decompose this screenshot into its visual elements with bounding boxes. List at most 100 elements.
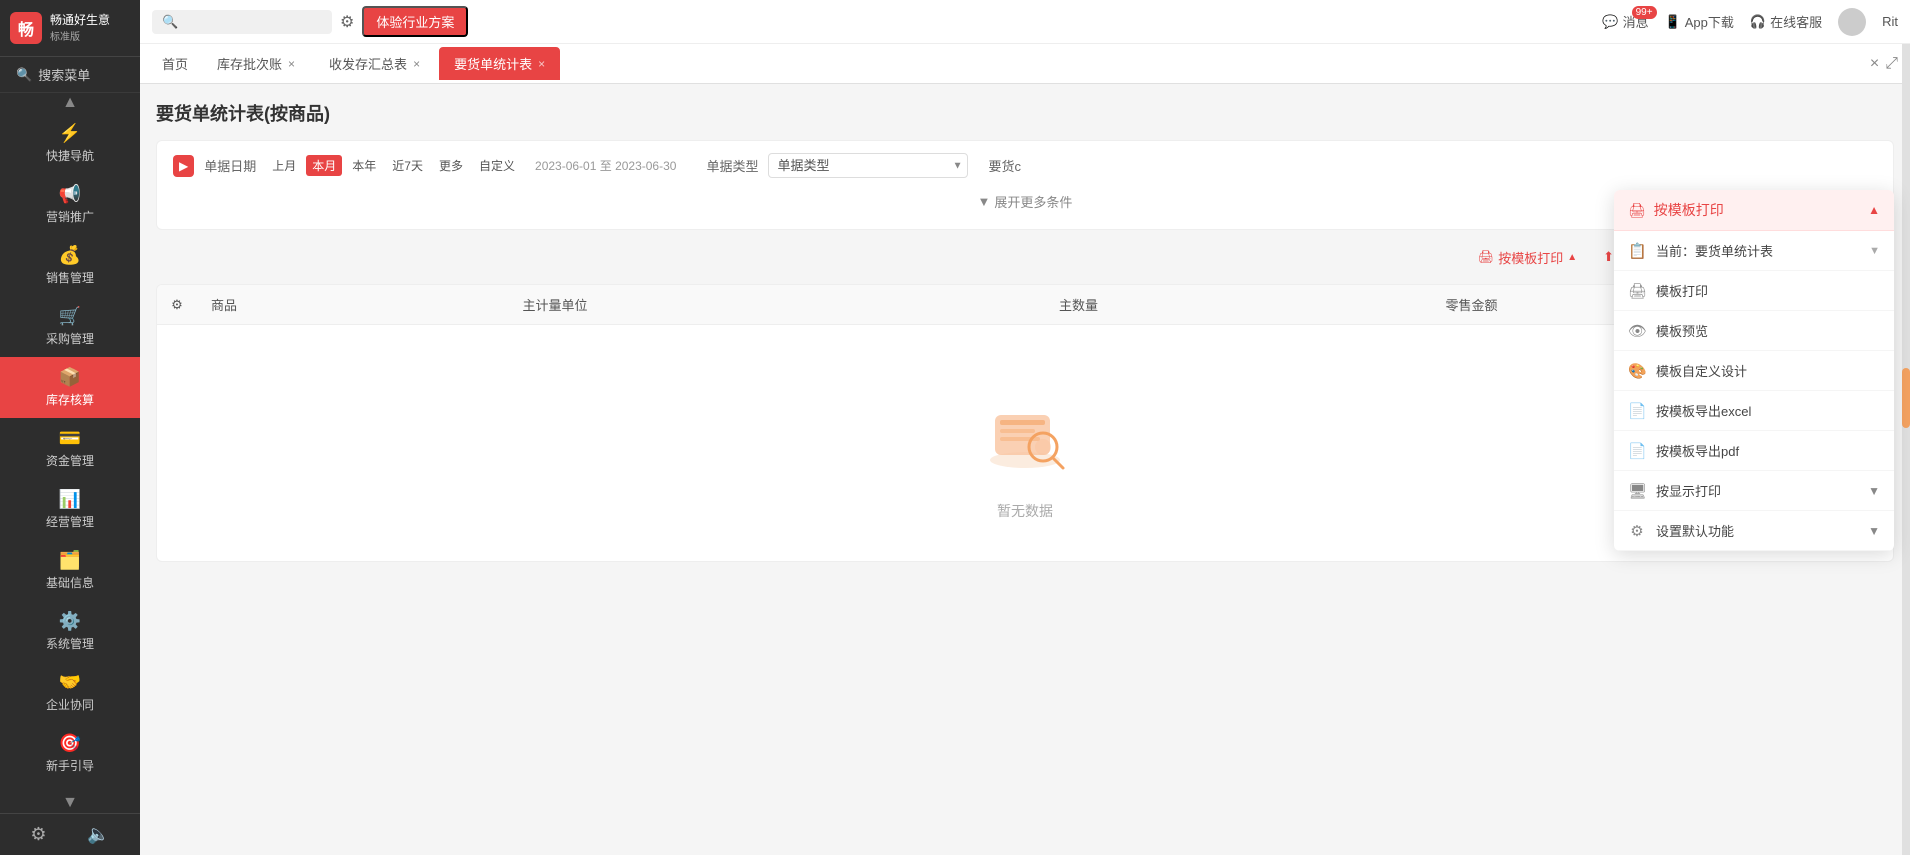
right-scrollbar[interactable] bbox=[1902, 44, 1910, 855]
tab-inventory-batch[interactable]: 库存批次账 × bbox=[202, 47, 310, 80]
app-download-button[interactable]: 📱 App下载 bbox=[1665, 12, 1734, 31]
type-select[interactable]: 单据类型 bbox=[768, 153, 968, 178]
display-print-left: 🖥 按显示打印 bbox=[1628, 481, 1721, 500]
settings-button[interactable]: ⚙ bbox=[30, 824, 46, 845]
dropdown-header-label: 按模板打印 bbox=[1654, 200, 1724, 220]
last7-btn[interactable]: 近7天 bbox=[386, 155, 429, 176]
sidebar-item-basic[interactable]: 🗂️ 基础信息 bbox=[0, 540, 140, 601]
template-print-item[interactable]: 🖨 模板打印 bbox=[1614, 271, 1894, 311]
sidebar-scroll-up[interactable]: ▲ bbox=[0, 93, 140, 113]
export-icon: ⬆ bbox=[1603, 249, 1614, 265]
sidebar-bottom: ⚙ 🔈 bbox=[0, 813, 140, 855]
basic-icon: 🗂️ bbox=[59, 550, 81, 571]
sidebar-item-label: 销售管理 bbox=[46, 269, 94, 286]
sidebar-nav: ⚡ 快捷导航 📢 营销推广 💰 销售管理 🛒 采购管理 📦 库存核算 💳 资金管… bbox=[0, 113, 140, 793]
marketing-icon: 📢 bbox=[59, 184, 81, 205]
msg-badge: 99+ bbox=[1632, 6, 1657, 19]
newbie-icon: 🎯 bbox=[59, 733, 81, 754]
msg-icon: 💬 bbox=[1602, 14, 1618, 30]
date-buttons: 上月 本月 本年 近7天 更多 自定义 bbox=[266, 155, 521, 176]
template-excel-item[interactable]: 📄 按模板导出excel bbox=[1614, 391, 1894, 431]
type-filter-label: 单据类型 bbox=[706, 156, 758, 175]
sidebar-item-operation[interactable]: 📊 经营管理 bbox=[0, 479, 140, 540]
prev-month-btn[interactable]: 上月 bbox=[266, 155, 302, 176]
inventory-icon: 📦 bbox=[59, 367, 81, 388]
system-icon: ⚙️ bbox=[59, 611, 81, 632]
default-func-item[interactable]: ⚙ 设置默认功能 ▼ bbox=[1614, 511, 1894, 551]
sidebar-scroll-down[interactable]: ▼ bbox=[0, 793, 140, 813]
logo-icon: 畅 bbox=[10, 12, 42, 44]
window-close-btn[interactable]: × bbox=[1870, 55, 1879, 73]
sidebar-item-corp[interactable]: 🤝 企业协同 bbox=[0, 662, 140, 723]
sidebar-item-label: 系统管理 bbox=[46, 635, 94, 652]
sidebar-item-system[interactable]: ⚙️ 系统管理 bbox=[0, 601, 140, 662]
service-button[interactable]: 🎧 在线客服 bbox=[1750, 12, 1822, 31]
chevron-right-icon: ▼ bbox=[1868, 484, 1880, 498]
display-print-label: 按显示打印 bbox=[1656, 481, 1721, 500]
corp-icon: 🤝 bbox=[59, 672, 81, 693]
window-expand-btn[interactable]: ⤢ bbox=[1885, 55, 1898, 73]
logo-text-container: 畅通好生意 标准版 bbox=[50, 13, 110, 44]
more-date-btn[interactable]: 更多 bbox=[433, 155, 469, 176]
current-year-btn[interactable]: 本年 bbox=[346, 155, 382, 176]
chevron-right-icon: ▼ bbox=[1869, 245, 1880, 257]
tab-home[interactable]: 首页 bbox=[152, 48, 198, 79]
tab-label: 收发存汇总表 bbox=[329, 54, 407, 73]
sidebar-item-purchase[interactable]: 🛒 采购管理 bbox=[0, 296, 140, 357]
scrollbar-thumb[interactable] bbox=[1902, 368, 1910, 428]
sidebar-item-inventory[interactable]: 📦 库存核算 bbox=[0, 357, 140, 418]
dropdown-header-left: 🖨 按模板打印 bbox=[1628, 200, 1724, 220]
dropdown-header[interactable]: 🖨 按模板打印 ▲ bbox=[1614, 190, 1894, 231]
sidebar-search-btn[interactable]: 🔍 搜索菜单 bbox=[0, 57, 140, 93]
gear-icon[interactable]: ⚙ bbox=[340, 12, 354, 32]
template-pdf-item[interactable]: 📄 按模板导出pdf bbox=[1614, 431, 1894, 471]
chevron-right-icon: ▼ bbox=[1868, 524, 1880, 538]
logo-name: 畅通好生意 bbox=[50, 13, 110, 29]
empty-icon bbox=[975, 385, 1075, 485]
template-print-label: 模板打印 bbox=[1656, 281, 1708, 300]
tab-close-icon[interactable]: × bbox=[413, 57, 420, 71]
tabs-bar: 首页 库存批次账 × 收发存汇总表 × 要货单统计表 × × ⤢ bbox=[140, 44, 1910, 84]
sidebar: 畅 畅通好生意 标准版 🔍 搜索菜单 ▲ ⚡ 快捷导航 📢 营销推广 💰 销售管… bbox=[0, 0, 140, 855]
print-btn[interactable]: 🖨 按模板打印 ▲ bbox=[1470, 244, 1585, 271]
template-preview-item[interactable]: 👁 模板预览 bbox=[1614, 311, 1894, 351]
sidebar-item-label: 营销推广 bbox=[46, 208, 94, 225]
date-range-text: 2023-06-01 至 2023-06-30 bbox=[535, 157, 676, 174]
sidebar-item-appstore[interactable]: 🔲 应用中心 bbox=[0, 784, 140, 793]
speaker-button[interactable]: 🔈 bbox=[87, 824, 109, 845]
tab-collection-summary[interactable]: 收发存汇总表 × bbox=[314, 47, 435, 80]
template-design-item[interactable]: 🎨 模板自定义设计 bbox=[1614, 351, 1894, 391]
sidebar-search-label: 搜索菜单 bbox=[38, 65, 90, 84]
sidebar-item-sales[interactable]: 💰 销售管理 bbox=[0, 235, 140, 296]
print-dropdown-menu: 🖨 按模板打印 ▲ 📋 当前：要货单统计表 ▼ 🖨 模板打印 👁 模板预览 🎨 bbox=[1614, 190, 1894, 551]
tab-requisition-stats[interactable]: 要货单统计表 × bbox=[439, 47, 560, 80]
empty-text: 暂无数据 bbox=[997, 501, 1053, 521]
requisition-filter-label: 要货c bbox=[988, 156, 1021, 175]
sidebar-item-label: 基础信息 bbox=[46, 574, 94, 591]
table-settings-col[interactable]: ⚙ bbox=[157, 285, 197, 325]
topbar-search[interactable]: 🔍 bbox=[152, 10, 332, 34]
default-func-left: ⚙ 设置默认功能 bbox=[1628, 521, 1734, 540]
msg-button[interactable]: 💬 消息 99+ bbox=[1602, 12, 1648, 31]
tab-close-icon[interactable]: × bbox=[288, 57, 295, 71]
date-filter-label: 单据日期 bbox=[204, 156, 256, 175]
display-print-item[interactable]: 🖥 按显示打印 ▼ bbox=[1614, 471, 1894, 511]
sidebar-item-label: 资金管理 bbox=[46, 452, 94, 469]
sidebar-item-quick-nav[interactable]: ⚡ 快捷导航 bbox=[0, 113, 140, 174]
sidebar-item-newbie[interactable]: 🎯 新手引导 bbox=[0, 723, 140, 784]
sidebar-item-finance[interactable]: 💳 资金管理 bbox=[0, 418, 140, 479]
current-template-item[interactable]: 📋 当前：要货单统计表 ▼ bbox=[1614, 231, 1894, 271]
avatar[interactable] bbox=[1838, 8, 1866, 36]
promo-button[interactable]: 体验行业方案 bbox=[362, 6, 468, 37]
template-pdf-icon: 📄 bbox=[1628, 442, 1646, 460]
custom-date-btn[interactable]: 自定义 bbox=[473, 155, 521, 176]
logo-sub: 标准版 bbox=[50, 28, 110, 43]
tab-close-icon[interactable]: × bbox=[538, 57, 545, 71]
sidebar-item-marketing[interactable]: 📢 营销推广 bbox=[0, 174, 140, 235]
finance-icon: 💳 bbox=[59, 428, 81, 449]
quick-nav-icon: ⚡ bbox=[59, 123, 81, 144]
service-label: 在线客服 bbox=[1770, 12, 1822, 31]
current-month-btn[interactable]: 本月 bbox=[306, 155, 342, 176]
filter-expand-icon[interactable]: ▶ bbox=[173, 155, 194, 177]
expand-more-btn[interactable]: ▼ 展开更多条件 bbox=[978, 186, 1073, 217]
